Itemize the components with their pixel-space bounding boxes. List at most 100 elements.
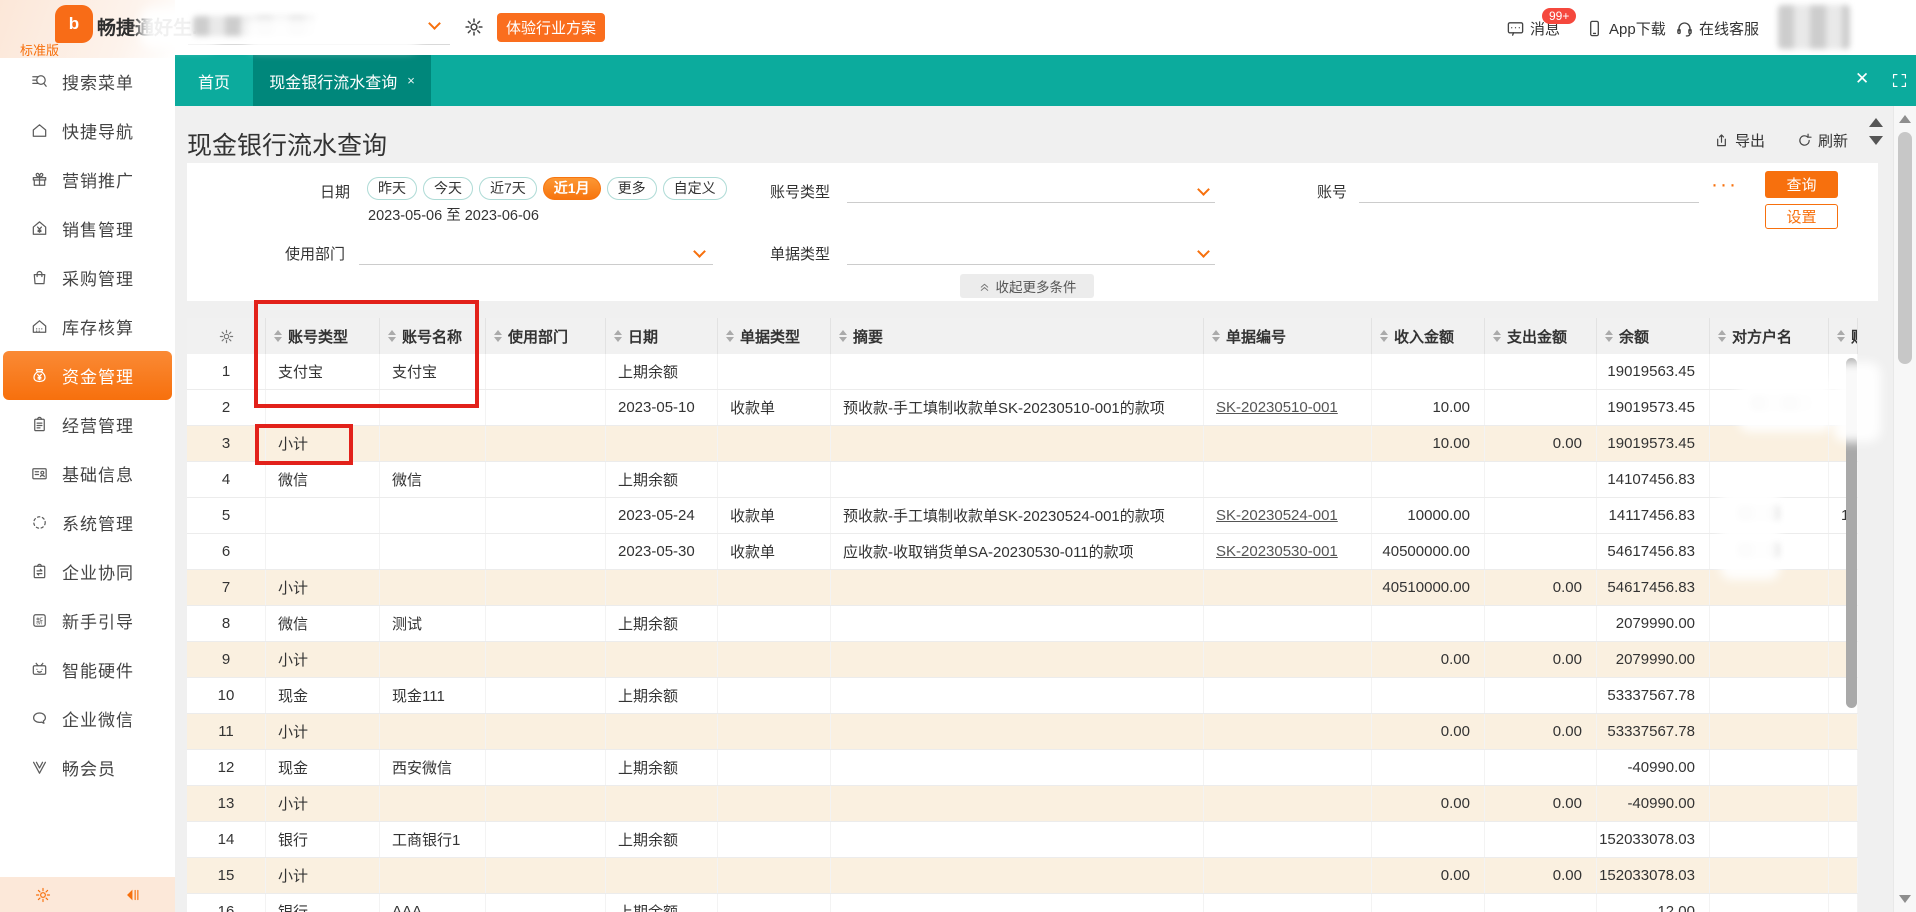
column-header[interactable]: 单据类型 — [718, 318, 831, 354]
table-row[interactable]: 14 银行 工商银行1 上期余额 152033078.03 — [187, 822, 1858, 858]
column-header[interactable]: 收入金额 — [1372, 318, 1485, 354]
table-row[interactable]: 6 2023-05-30 收款单 应收款-收取销货单SA-20230530-011的款… — [187, 534, 1858, 570]
sidebar-item-3[interactable]: 营销推广 — [0, 155, 175, 204]
doc-type-select[interactable] — [847, 241, 1215, 265]
doc-number-link[interactable]: SK-20230510-001 — [1216, 399, 1338, 416]
doc-number-link[interactable]: SK-20230530-001 — [1216, 543, 1338, 560]
date-range-value[interactable]: 2023-05-06 至 2023-06-06 — [368, 204, 539, 225]
cell-balance: 14107456.83 — [1597, 462, 1710, 497]
sidebar-item-7[interactable]: 资金管理 — [3, 351, 172, 400]
date-pill-2[interactable]: 今天 — [423, 177, 473, 200]
sidebar-item-11[interactable]: 企业协同 — [0, 547, 175, 596]
cell-num: 15 — [187, 858, 266, 893]
account-type-select[interactable] — [847, 179, 1215, 203]
scrollbar-up-icon[interactable] — [1899, 115, 1911, 123]
gear-icon[interactable] — [463, 16, 485, 38]
scroll-spinner[interactable] — [1869, 118, 1883, 145]
table-scrollbar-thumb[interactable] — [1846, 358, 1857, 708]
table-row[interactable]: 8 微信 测试 上期余额 2079990.00 — [187, 606, 1858, 642]
sidebar-item-13[interactable]: 智能硬件 — [0, 645, 175, 694]
collapse-sidebar-icon[interactable] — [123, 886, 141, 904]
date-pill-1[interactable]: 昨天 — [367, 177, 417, 200]
doc-number-link[interactable]: SK-20230524-001 — [1216, 507, 1338, 524]
sort-icon[interactable] — [494, 330, 502, 342]
sort-icon[interactable] — [1837, 330, 1845, 342]
table-row[interactable]: 5 2023-05-24 收款单 预收款-手工填制收款单SK-20230524-001… — [187, 498, 1858, 534]
sort-icon[interactable] — [614, 330, 622, 342]
sort-icon[interactable] — [1212, 330, 1220, 342]
close-icon[interactable]: ✕ — [1855, 69, 1869, 89]
app-download-item[interactable]: App下载 — [1585, 18, 1666, 39]
department-select[interactable] — [359, 241, 713, 265]
export-button[interactable]: 导出 — [1713, 130, 1765, 151]
sort-icon[interactable] — [1718, 330, 1726, 342]
sort-icon[interactable] — [274, 330, 282, 342]
company-select[interactable] — [188, 44, 450, 45]
sidebar-item-2[interactable]: 快捷导航 — [0, 106, 175, 155]
sort-icon[interactable] — [1605, 330, 1613, 342]
table-row[interactable]: 16银行AAA 上期余额 12.00 — [187, 894, 1858, 912]
page-scrollbar-thumb[interactable] — [1898, 132, 1912, 364]
column-header[interactable]: 摘要 — [831, 318, 1204, 354]
table-row[interactable]: 2 2023-05-10 收款单 预收款-手工填制收款单SK-20230510-001… — [187, 390, 1858, 426]
date-pill-6[interactable]: 自定义 — [662, 177, 727, 200]
tab-home[interactable]: 首页 — [175, 55, 253, 106]
sort-icon[interactable] — [388, 330, 396, 342]
table-row[interactable]: 10 现金 现金111 上期余额 53337567.78 — [187, 678, 1858, 714]
column-header[interactable]: 使用部门 — [486, 318, 606, 354]
sidebar-item-1[interactable]: 搜索菜单 — [0, 57, 175, 106]
settings-button[interactable]: 设置 — [1765, 204, 1838, 229]
page-scrollbar[interactable] — [1893, 106, 1916, 912]
sidebar-item-5[interactable]: 采购管理 — [0, 253, 175, 302]
table-row[interactable]: 7 小计 40510000.00 0.00 54617456.83 — [187, 570, 1858, 606]
sidebar-item-8[interactable]: 经营管理 — [0, 400, 175, 449]
column-header[interactable]: 账号类型 — [266, 318, 380, 354]
date-pill-4[interactable]: 近1月 — [542, 177, 601, 200]
column-header[interactable]: 支出金额 — [1485, 318, 1597, 354]
date-pill-3[interactable]: 近7天 — [479, 177, 537, 200]
column-header[interactable]: 日期 — [606, 318, 718, 354]
scrollbar-down-icon[interactable] — [1899, 895, 1911, 903]
query-button[interactable]: 查询 — [1765, 171, 1838, 198]
collapse-more-filters[interactable]: 收起更多条件 — [960, 274, 1094, 298]
table-row[interactable]: 15 小计 0.00 0.00 152033078.03 — [187, 858, 1858, 894]
tab-active-cash-flow[interactable]: 现金银行流水查询 × — [253, 55, 431, 106]
table-row[interactable]: 12 现金 西安微信 上期余额 -40990.00 — [187, 750, 1858, 786]
column-header[interactable]: 对方户名 — [1710, 318, 1829, 354]
settings-gear-icon[interactable] — [34, 886, 52, 904]
table-row[interactable]: 4 微信 微信 上期余额 14107456.83 — [187, 462, 1858, 498]
table-row[interactable]: 1 支付宝 支付宝 上期余额 19019563.45 — [187, 354, 1858, 390]
table-row[interactable]: 13 小计 0.00 0.00 -40990.00 — [187, 786, 1858, 822]
table-row[interactable]: 11 小计 0.00 0.00 53337567.78 — [187, 714, 1858, 750]
sidebar-item-9[interactable]: 基础信息 — [0, 449, 175, 498]
column-header[interactable]: 余额 — [1597, 318, 1710, 354]
sort-icon[interactable] — [839, 330, 847, 342]
sidebar-item-4[interactable]: 销售管理 — [0, 204, 175, 253]
scroll-down-icon[interactable] — [1869, 136, 1883, 145]
column-header[interactable]: 账 — [1829, 318, 1858, 354]
table-row[interactable]: 3 小计 10.00 0.00 19019573.45 — [187, 426, 1858, 462]
sidebar-item-14[interactable]: 企业微信 — [0, 694, 175, 743]
chevron-down-icon[interactable] — [428, 17, 441, 30]
trial-solution-button[interactable]: 体验行业方案 — [497, 13, 605, 42]
date-pill-5[interactable]: 更多 — [606, 177, 657, 200]
table-row[interactable]: 9 小计 0.00 0.00 2079990.00 — [187, 642, 1858, 678]
refresh-button[interactable]: 刷新 — [1796, 130, 1848, 151]
sidebar-item-10[interactable]: 系统管理 — [0, 498, 175, 547]
column-settings-header[interactable] — [187, 318, 266, 354]
sort-icon[interactable] — [1493, 330, 1501, 342]
sidebar-item-6[interactable]: 库存核算 — [0, 302, 175, 351]
sidebar-item-12[interactable]: 新 新手引导 — [0, 596, 175, 645]
more-options-dots[interactable]: ··· — [1711, 173, 1738, 197]
column-header[interactable]: 账号名称 — [380, 318, 486, 354]
online-support-item[interactable]: 在线客服 — [1675, 18, 1759, 39]
scroll-up-icon[interactable] — [1869, 118, 1883, 127]
sidebar-item-15[interactable]: 畅会员 — [0, 743, 175, 792]
account-input[interactable] — [1359, 179, 1699, 203]
gear-icon[interactable] — [218, 328, 235, 345]
sort-icon[interactable] — [1380, 330, 1388, 342]
sort-icon[interactable] — [726, 330, 734, 342]
column-header[interactable]: 单据编号 — [1204, 318, 1372, 354]
fullscreen-icon[interactable] — [1891, 72, 1908, 89]
tab-close-icon[interactable]: × — [407, 73, 415, 88]
